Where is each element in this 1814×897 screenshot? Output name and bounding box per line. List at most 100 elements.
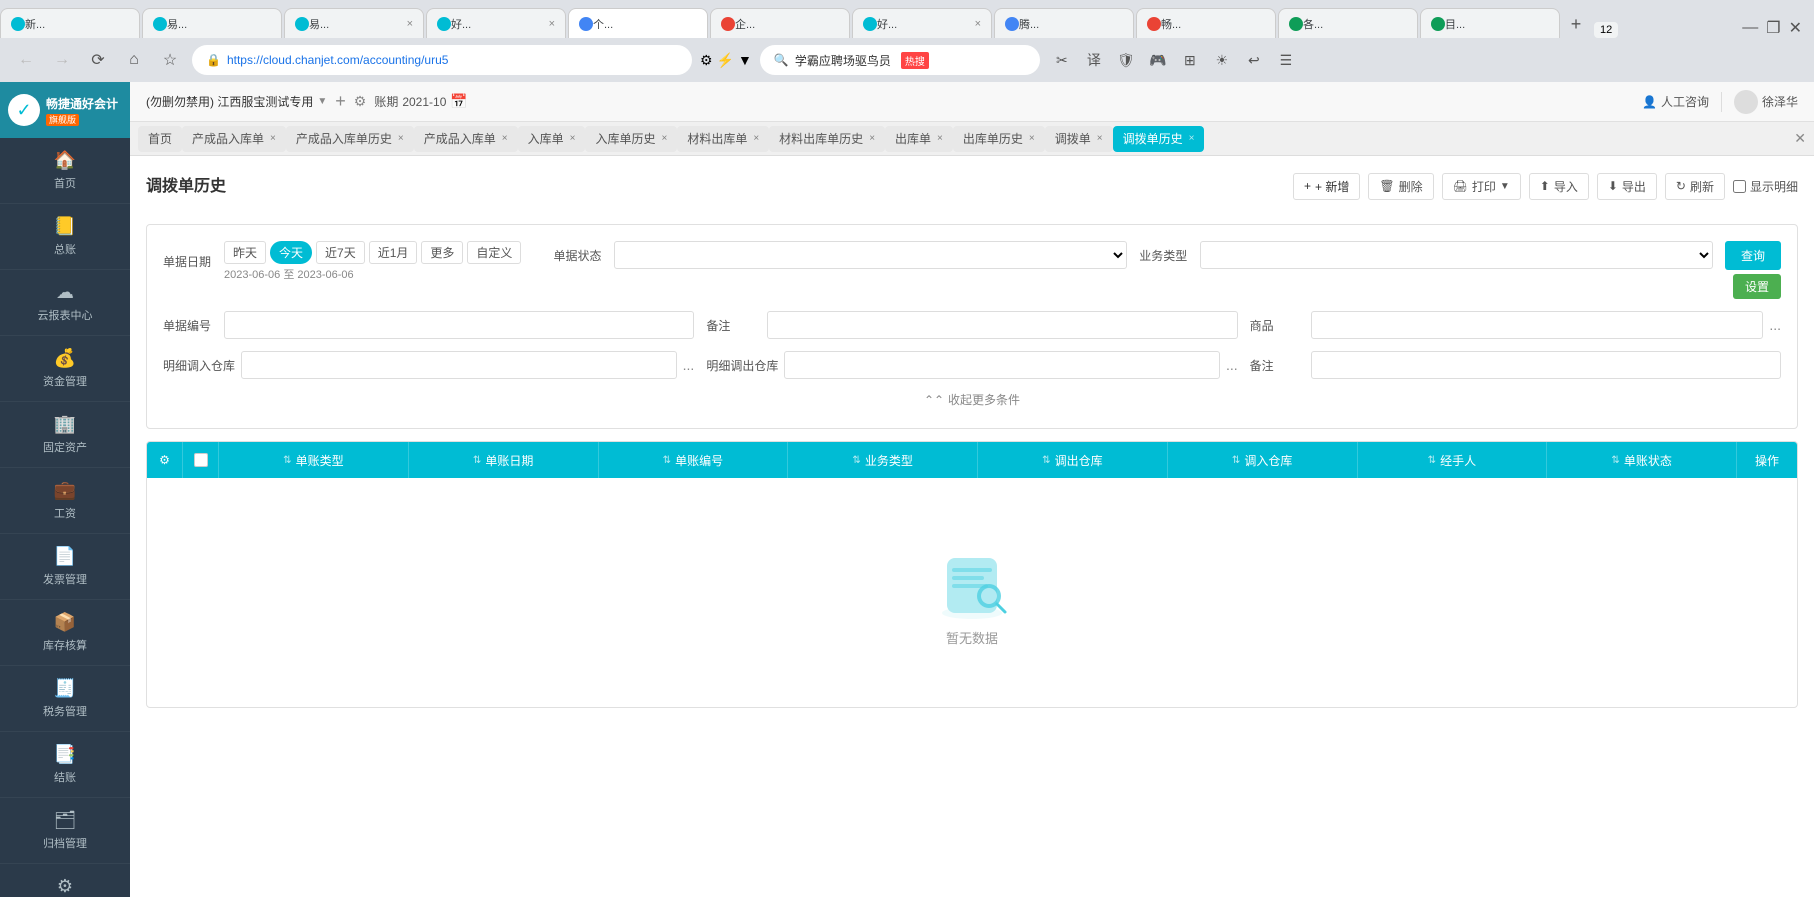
th-date[interactable]: ⇅ 单账日期 [409, 442, 599, 478]
back-button[interactable]: ← [12, 46, 40, 74]
maximize-icon[interactable]: ❐ [1766, 18, 1780, 38]
extension-icon-1[interactable]: ⚙ [700, 52, 713, 69]
out-wh-input[interactable] [784, 351, 1220, 379]
tab-out-history[interactable]: 出库单历史 × [953, 126, 1045, 152]
print-dropdown-icon[interactable]: ▼ [1500, 181, 1510, 192]
dropdown-button[interactable]: ▼ [738, 52, 752, 68]
close-icon[interactable]: ✕ [1789, 18, 1802, 38]
th-in-wh[interactable]: ⇅ 调入仓库 [1168, 442, 1358, 478]
scissors-icon[interactable]: ✂ [1048, 46, 1076, 74]
tab-close-product-in-history[interactable]: × [398, 133, 404, 144]
human-service-button[interactable]: 👤 人工咨询 [1642, 93, 1709, 110]
biz-type-select[interactable] [1200, 241, 1713, 269]
filter-settings-button[interactable]: 设置 [1733, 274, 1781, 299]
sidebar-item-home[interactable]: 🏠 首页 [0, 138, 130, 204]
th-settings[interactable]: ⚙ [147, 442, 183, 478]
sidebar-item-report[interactable]: ☁ 云报表中心 [0, 270, 130, 336]
sidebar-item-ledger[interactable]: 📒 总账 [0, 204, 130, 270]
extension-icon-2[interactable]: ⚡ [717, 52, 734, 69]
tab-close-in-order[interactable]: × [570, 133, 576, 144]
print-button[interactable]: 🖨 打印 ▼ [1442, 173, 1521, 200]
bookmark-button[interactable]: ☆ [156, 46, 184, 74]
browser-tab-8[interactable]: 腾... [994, 8, 1134, 38]
sidebar-item-settings[interactable]: ⚙ 基础设置 [0, 864, 130, 897]
query-button[interactable]: 查询 [1725, 241, 1781, 270]
month-button[interactable]: 近1月 [369, 241, 418, 264]
import-button[interactable]: ⬆ 导入 [1529, 173, 1589, 200]
tab-product-in[interactable]: 产成品入库单 × [182, 126, 286, 152]
tabs-close-all-icon[interactable]: ✕ [1794, 130, 1806, 147]
out-wh-ellipsis[interactable]: ... [1226, 357, 1238, 373]
tab-count[interactable]: 12 [1594, 22, 1618, 38]
browser-tab-3[interactable]: 易... × [284, 8, 424, 38]
settings-company-icon[interactable]: ⚙ [354, 93, 367, 110]
shield-icon[interactable]: 🛡 [1112, 46, 1140, 74]
browser-tab-9[interactable]: 畅... [1136, 8, 1276, 38]
tab-product-in-history[interactable]: 产成品入库单历史 × [286, 126, 414, 152]
tab-material-out[interactable]: 材料出库单 × [677, 126, 769, 152]
export-button[interactable]: ⬇ 导出 [1597, 173, 1657, 200]
tab-close-icon[interactable]: × [975, 18, 981, 30]
tab-close-out-history[interactable]: × [1029, 133, 1035, 144]
tab-close-in-history[interactable]: × [661, 133, 667, 144]
translate-icon[interactable]: 译 [1080, 46, 1108, 74]
browser-tab-2[interactable]: 易... [142, 8, 282, 38]
th-check[interactable] [183, 442, 219, 478]
status-select[interactable] [614, 241, 1127, 269]
new-button[interactable]: + + 新增 [1293, 173, 1360, 200]
new-tab-button[interactable]: + [1562, 10, 1590, 38]
sidebar-item-wages[interactable]: 💼 工资 [0, 468, 130, 534]
th-type[interactable]: ⇅ 单账类型 [219, 442, 409, 478]
browser-tab-6[interactable]: 企... [710, 8, 850, 38]
tab-in-history[interactable]: 入库单历史 × [585, 126, 677, 152]
tab-home[interactable]: 首页 [138, 126, 182, 152]
tab-in-order[interactable]: 入库单 × [518, 126, 586, 152]
th-biz-type[interactable]: ⇅ 业务类型 [788, 442, 978, 478]
goods-ellipsis[interactable]: ... [1769, 317, 1781, 333]
gamepad-icon[interactable]: 🎮 [1144, 46, 1172, 74]
week-button[interactable]: 近7天 [316, 241, 365, 264]
tab-close-material-out[interactable]: × [753, 133, 759, 144]
tab-transfer-history[interactable]: 调拨单历史 × [1113, 126, 1205, 152]
th-status[interactable]: ⇅ 单账状态 [1547, 442, 1737, 478]
tab-close-transfer[interactable]: × [1097, 133, 1103, 144]
company-dropdown-icon[interactable]: ▼ [317, 96, 327, 107]
user-profile-button[interactable]: 徐泽华 [1734, 90, 1798, 114]
delete-button[interactable]: 🗑 删除 [1368, 173, 1433, 200]
tab-close-transfer-history[interactable]: × [1189, 133, 1195, 144]
home-button[interactable]: ⌂ [120, 46, 148, 74]
remark2-input[interactable] [1311, 351, 1781, 379]
tab-close-icon[interactable]: × [407, 18, 413, 30]
company-selector[interactable]: (勿删勿禁用) 江西服宝测试专用 ▼ [146, 93, 327, 110]
more-button[interactable]: 更多 [421, 241, 463, 264]
tab-close-icon[interactable]: × [549, 18, 555, 30]
today-button[interactable]: 今天 [270, 241, 312, 264]
sidebar-item-tax[interactable]: 🧾 税务管理 [0, 666, 130, 732]
custom-button[interactable]: 自定义 [467, 241, 521, 264]
sidebar-item-fund[interactable]: 💰 资金管理 [0, 336, 130, 402]
sidebar-item-archive[interactable]: 🗂 归档管理 [0, 798, 130, 864]
tab-product-in2[interactable]: 产成品入库单 × [414, 126, 518, 152]
browser-tab-10[interactable]: 各... [1278, 8, 1418, 38]
browser-tab-11[interactable]: 目... [1420, 8, 1560, 38]
sidebar-item-assets[interactable]: 🏢 固定资产 [0, 402, 130, 468]
address-input[interactable]: 🔒 https://cloud.chanjet.com/accounting/u… [192, 45, 692, 75]
in-wh-ellipsis[interactable]: ... [683, 357, 695, 373]
th-number[interactable]: ⇅ 单账编号 [599, 442, 789, 478]
sidebar-item-inventory[interactable]: 📦 库存核算 [0, 600, 130, 666]
minimize-icon[interactable]: — [1742, 19, 1758, 37]
remark-input[interactable] [767, 311, 1237, 339]
order-no-input[interactable] [224, 311, 694, 339]
sidebar-item-invoice[interactable]: 📄 发票管理 [0, 534, 130, 600]
header-checkbox[interactable] [194, 453, 208, 467]
collapse-button[interactable]: ⌃⌃ 收起更多条件 [920, 387, 1024, 412]
in-wh-input[interactable] [241, 351, 677, 379]
display-detail-checkbox[interactable]: 显示明细 [1733, 178, 1798, 195]
sidebar-item-close[interactable]: 📑 结账 [0, 732, 130, 798]
display-detail-input[interactable] [1733, 180, 1746, 193]
calendar-icon[interactable]: 📅 [450, 93, 467, 110]
brightness-icon[interactable]: ☀ [1208, 46, 1236, 74]
tab-transfer[interactable]: 调拨单 × [1045, 126, 1113, 152]
yesterday-button[interactable]: 昨天 [224, 241, 266, 264]
menu-icon[interactable]: ☰ [1272, 46, 1300, 74]
